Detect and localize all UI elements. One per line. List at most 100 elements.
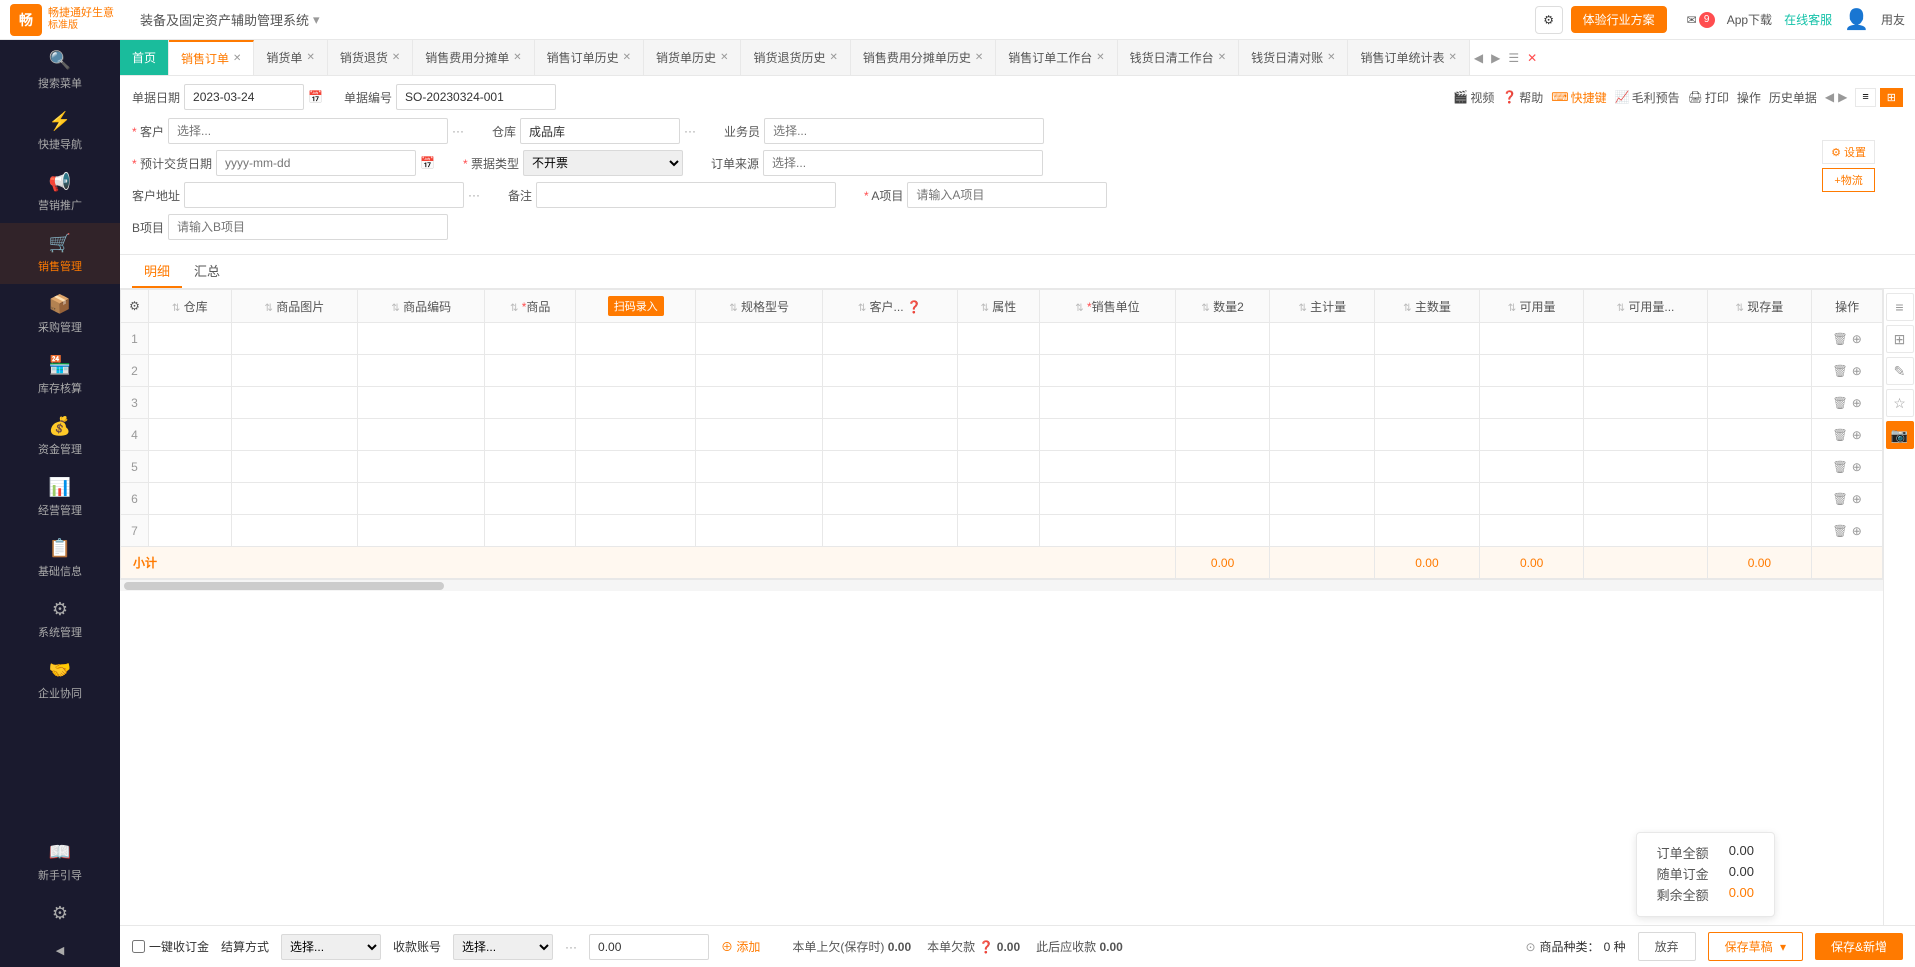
sidebar-item-base[interactable]: 📋 基础信息 — [0, 528, 120, 589]
system-dropdown-arrow[interactable]: ▾ — [313, 12, 320, 28]
delete-icon[interactable]: 🗑 — [1832, 460, 1847, 474]
table-cell[interactable] — [696, 323, 823, 355]
date-input[interactable] — [184, 84, 304, 110]
customer-expand-btn[interactable]: ··· — [452, 124, 464, 138]
table-cell[interactable] — [1175, 387, 1270, 419]
table-cell[interactable] — [576, 323, 696, 355]
table-cell[interactable] — [1270, 419, 1375, 451]
sidebar-item-system[interactable]: ⚙ 系统管理 — [0, 589, 120, 650]
account-expand-btn[interactable]: ··· — [565, 940, 577, 954]
table-cell[interactable] — [957, 419, 1040, 451]
table-cell[interactable] — [358, 483, 485, 515]
table-cell[interactable] — [696, 483, 823, 515]
tab-sales-refund-history[interactable]: 销货退货历史 ✕ — [741, 40, 850, 76]
remark-input[interactable] — [536, 182, 836, 208]
sidebar-item-stock[interactable]: 🏪 库存核算 — [0, 345, 120, 406]
payment-select[interactable]: 选择... — [281, 934, 381, 960]
table-cell[interactable] — [485, 451, 576, 483]
amount-input[interactable] — [589, 934, 709, 960]
prev-record-btn[interactable]: ◀ — [1825, 90, 1834, 104]
tab-home[interactable]: 首页 — [120, 40, 169, 76]
tab-sales-refund-close[interactable]: ✕ — [392, 52, 400, 63]
add-logistics-button[interactable]: +物流 — [1822, 168, 1875, 192]
table-cell[interactable] — [1707, 323, 1812, 355]
table-cell[interactable] — [822, 483, 957, 515]
table-cell[interactable] — [822, 323, 957, 355]
table-cell[interactable] — [1040, 355, 1175, 387]
tab-sales-order-close[interactable]: ✕ — [233, 53, 241, 64]
table-cell[interactable] — [231, 355, 358, 387]
account-select[interactable]: 选择... — [453, 934, 553, 960]
tab-sales-statistics[interactable]: 销售订单统计表 ✕ — [1348, 40, 1469, 76]
print-btn[interactable]: 🖨 打印 — [1688, 89, 1729, 106]
table-cell[interactable] — [149, 419, 232, 451]
copy-icon[interactable]: ⊕ — [1852, 396, 1862, 410]
table-cell[interactable] — [576, 483, 696, 515]
table-cell[interactable] — [696, 355, 823, 387]
delete-icon[interactable]: 🗑 — [1832, 524, 1847, 538]
tab-cash-reconcile[interactable]: 钱货日清对账 ✕ — [1239, 40, 1348, 76]
table-cell[interactable] — [822, 355, 957, 387]
delete-icon[interactable]: 🗑 — [1832, 396, 1847, 410]
table-cell[interactable] — [1375, 451, 1480, 483]
table-cell[interactable] — [1375, 387, 1480, 419]
table-cell[interactable] — [957, 355, 1040, 387]
view-btn[interactable]: 🎬 视频 — [1453, 89, 1494, 106]
table-cell[interactable] — [358, 355, 485, 387]
table-cell[interactable] — [1040, 323, 1175, 355]
tab-sales-return-history[interactable]: 销货单历史 ✕ — [644, 40, 741, 76]
delete-icon[interactable]: 🗑 — [1832, 332, 1847, 346]
right-panel-btn-2[interactable]: ⊞ — [1886, 325, 1914, 353]
table-cell[interactable] — [1584, 323, 1707, 355]
table-cell[interactable] — [1270, 515, 1375, 547]
tab-sales-order-history[interactable]: 销售订单历史 ✕ — [535, 40, 644, 76]
tab-sales-refund[interactable]: 销货退货 ✕ — [328, 40, 413, 76]
table-cell[interactable] — [485, 419, 576, 451]
tab-sales-return-close[interactable]: ✕ — [306, 52, 314, 63]
customer-address-input[interactable] — [184, 182, 464, 208]
table-cell[interactable] — [485, 387, 576, 419]
b-project-input[interactable] — [168, 214, 448, 240]
message-button[interactable]: ✉ 9 — [1687, 12, 1715, 28]
table-cell[interactable] — [231, 483, 358, 515]
detail-tab-summary[interactable]: 汇总 — [182, 255, 232, 288]
table-cell[interactable] — [1584, 355, 1707, 387]
table-cell[interactable] — [1040, 515, 1175, 547]
table-cell[interactable] — [358, 323, 485, 355]
tab-nav-next[interactable]: ▶ — [1487, 51, 1504, 65]
table-cell[interactable] — [576, 451, 696, 483]
table-cell[interactable] — [957, 483, 1040, 515]
save-draft-button[interactable]: 保存草稿 ▾ — [1708, 932, 1803, 961]
table-cell[interactable] — [149, 515, 232, 547]
table-cell[interactable] — [1175, 483, 1270, 515]
table-cell[interactable] — [358, 451, 485, 483]
copy-icon[interactable]: ⊕ — [1852, 460, 1862, 474]
operation-btn[interactable]: 操作 — [1737, 89, 1761, 106]
sidebar-item-finance[interactable]: 💰 资金管理 — [0, 406, 120, 467]
table-cell[interactable] — [149, 355, 232, 387]
right-panel-btn-3[interactable]: ✎ — [1886, 357, 1914, 385]
right-panel-btn-1[interactable]: ≡ — [1886, 293, 1914, 321]
tab-sales-return-history-close[interactable]: ✕ — [720, 52, 728, 63]
table-cell[interactable] — [1375, 355, 1480, 387]
one-click-checkbox[interactable] — [132, 940, 145, 953]
table-container[interactable]: ⚙ ⇅ 仓库 ⇅ 商品图片 ⇅ 商品编码 — [120, 289, 1883, 925]
table-cell[interactable] — [485, 355, 576, 387]
settings-button[interactable]: ⚙ 设置 — [1822, 140, 1875, 164]
delivery-date-input[interactable] — [216, 150, 416, 176]
table-cell[interactable] — [696, 387, 823, 419]
sidebar-item-settings-bottom[interactable]: ⚙ — [0, 893, 120, 934]
table-cell[interactable] — [1707, 483, 1812, 515]
order-no-input[interactable] — [396, 84, 556, 110]
table-cell[interactable] — [1270, 451, 1375, 483]
sidebar-item-marketing[interactable]: 📢 营销推广 — [0, 162, 120, 223]
copy-icon[interactable]: ⊕ — [1852, 364, 1862, 378]
warehouse-expand-btn[interactable]: ··· — [684, 124, 696, 138]
app-download-link[interactable]: App下载 — [1727, 11, 1772, 28]
delivery-calendar-icon[interactable]: 📅 — [420, 156, 435, 170]
shortcut-btn[interactable]: ⌨ 快捷键 — [1551, 89, 1606, 106]
table-cell[interactable] — [149, 483, 232, 515]
order-source-input[interactable] — [763, 150, 1043, 176]
table-cell[interactable] — [1479, 355, 1584, 387]
save-draft-arrow[interactable]: ▾ — [1780, 940, 1786, 954]
